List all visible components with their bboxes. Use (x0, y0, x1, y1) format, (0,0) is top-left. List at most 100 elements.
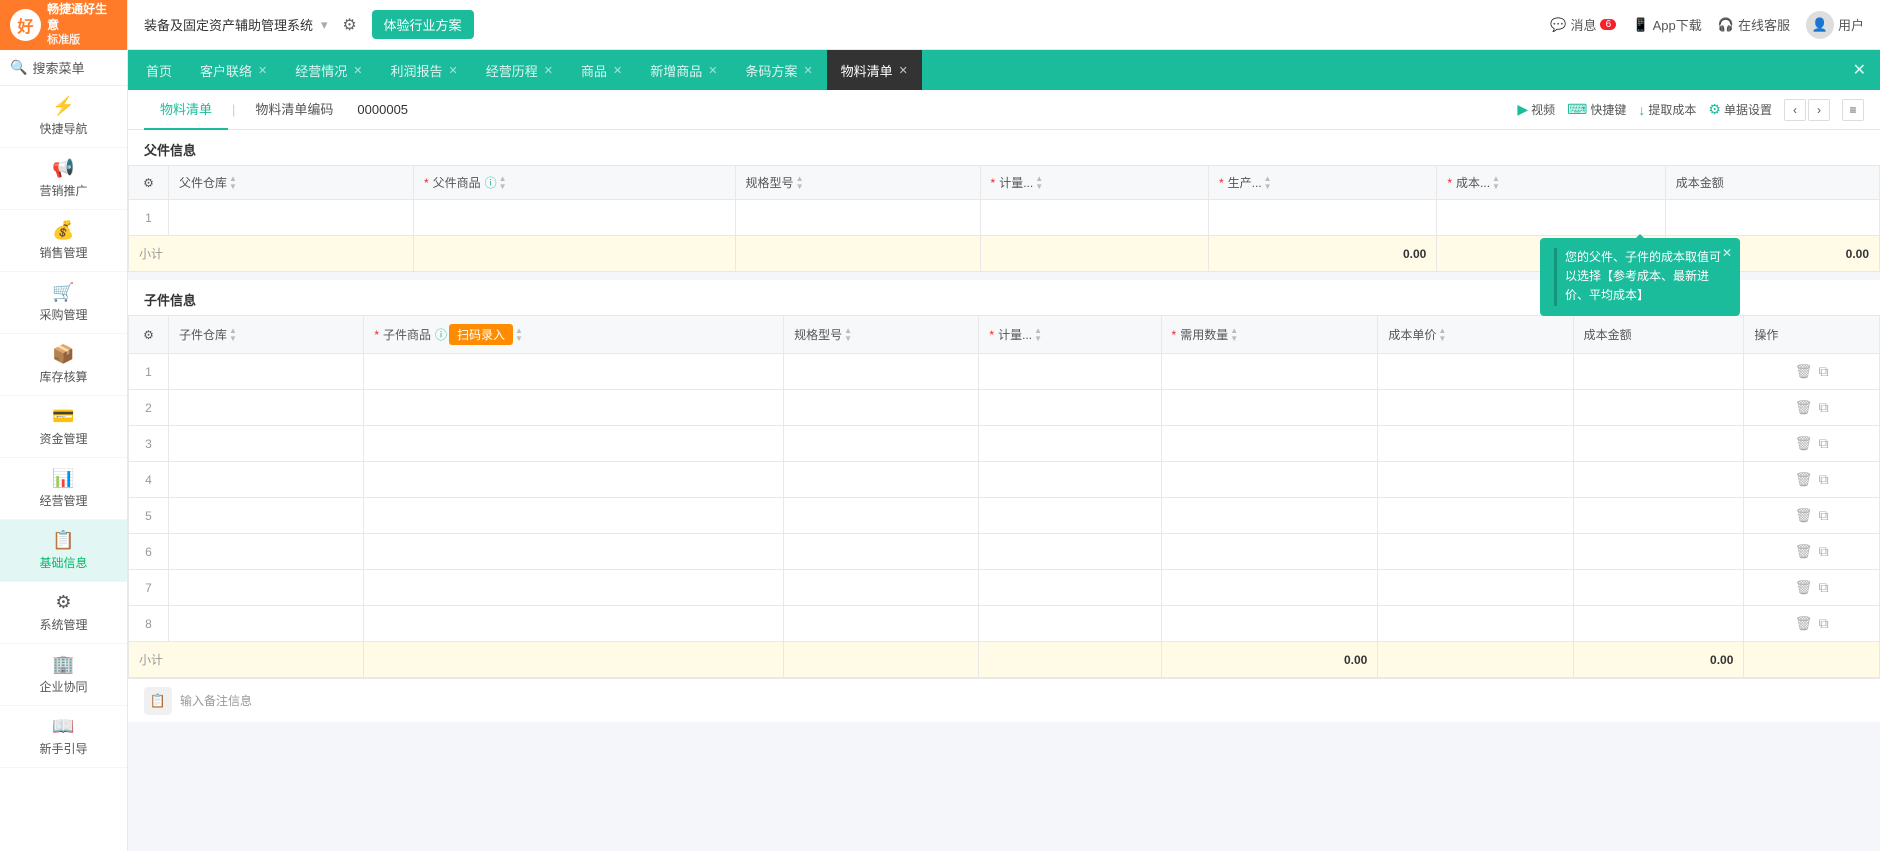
child-row: 8 🗑⧉ (129, 606, 1880, 642)
child-quantity-cell[interactable] (1161, 354, 1378, 390)
single-settings-action[interactable]: ⚙ 单据设置 (1708, 101, 1772, 118)
child-action-cell: 🗑 ⧉ (1744, 354, 1880, 390)
parent-th-cost-amount: 成本金额 (1665, 166, 1879, 200)
parent-th-unit: *计量...▲▼ (980, 166, 1208, 200)
copy-row-button[interactable]: ⧉ (1819, 435, 1829, 452)
tab-close-icon[interactable]: ✕ (544, 64, 553, 77)
sidebar-item-finance[interactable]: 💳 资金管理 (0, 396, 127, 458)
child-th-action: 操作 (1744, 316, 1880, 354)
child-unit-cost-cell[interactable] (1378, 354, 1573, 390)
tab-close-icon[interactable]: ✕ (449, 64, 458, 77)
message-icon: 💬 (1550, 17, 1566, 33)
tab-operations-status[interactable]: 经营情况 ✕ (281, 50, 376, 90)
child-goods-cell[interactable] (364, 354, 784, 390)
sub-tab-actions: ▶ 视频 ⌨ 快捷键 ↓ 提取成本 ⚙ 单据设置 ‹ › (1517, 99, 1864, 121)
copy-row-button[interactable]: ⧉ (1819, 615, 1829, 632)
parent-warehouse-cell[interactable] (169, 200, 414, 236)
child-unit-cell[interactable] (979, 354, 1161, 390)
tooltip-content: 您的父件、子件的成本取值可以选择【参考成本、最新进价、平均成本】 (1554, 248, 1726, 306)
app-subtitle: 标准版 (47, 33, 117, 47)
sidebar-item-quick-nav[interactable]: ⚡ 快捷导航 (0, 86, 127, 148)
sidebar-item-sales[interactable]: 💰 销售管理 (0, 210, 127, 272)
delete-row-button[interactable]: 🗑 (1795, 543, 1813, 560)
tab-barcode[interactable]: 条码方案 ✕ (731, 50, 826, 90)
message-button[interactable]: 💬 消息 6 (1550, 15, 1616, 34)
child-spec-cell[interactable] (784, 354, 979, 390)
tab-profit[interactable]: 利润报告 ✕ (376, 50, 471, 90)
delete-row-button[interactable]: 🗑 (1795, 435, 1813, 452)
sub-tab-bom-list[interactable]: 物料清单 (144, 90, 228, 130)
sales-icon: 💰 (52, 220, 74, 241)
delete-row-button[interactable]: 🗑 (1795, 471, 1813, 488)
sidebar-item-label: 新手引导 (39, 740, 87, 757)
extract-cost-action[interactable]: ↓ 提取成本 (1638, 101, 1696, 118)
tab-new-goods[interactable]: 新增商品 ✕ (636, 50, 731, 90)
child-row: 2 🗑⧉ (129, 390, 1880, 426)
copy-row-button[interactable]: ⧉ (1819, 579, 1829, 596)
copy-row-button[interactable]: ⧉ (1819, 507, 1829, 524)
delete-row-button[interactable]: 🗑 (1795, 615, 1813, 632)
prev-record-button[interactable]: ‹ (1784, 99, 1806, 121)
shortcut-action[interactable]: ⌨ 快捷键 (1567, 101, 1626, 118)
next-record-button[interactable]: › (1808, 99, 1830, 121)
sidebar-item-system[interactable]: ⚙ 系统管理 (0, 582, 127, 644)
app-download-button[interactable]: 📱 App下载 (1632, 15, 1701, 34)
sidebar-item-operations[interactable]: 📊 经营管理 (0, 458, 127, 520)
parent-section-title: 父件信息 (128, 130, 1880, 165)
tab-home[interactable]: 首页 (132, 50, 186, 90)
bottom-note-icon[interactable]: 📋 (144, 687, 172, 715)
online-service-button[interactable]: 🎧 在线客服 (1718, 15, 1790, 34)
tab-bom[interactable]: 物料清单 ✕ (827, 50, 922, 90)
user-menu-button[interactable]: 👤 用户 (1806, 11, 1864, 39)
parent-unit-cell[interactable] (980, 200, 1208, 236)
sidebar-item-purchase[interactable]: 🛒 采购管理 (0, 272, 127, 334)
child-th-cost-amount: 成本金额 (1573, 316, 1744, 354)
sidebar-item-guide[interactable]: 📖 新手引导 (0, 706, 127, 768)
close-all-tabs-button[interactable]: ✕ (1843, 60, 1876, 80)
sidebar-logo: 好 畅捷通好生意 标准版 (0, 0, 127, 50)
video-action[interactable]: ▶ 视频 (1517, 101, 1555, 118)
tab-close-icon[interactable]: ✕ (613, 64, 622, 77)
parent-goods-cell[interactable] (413, 200, 735, 236)
main-area: 装备及固定资产辅助管理系统 ▾ ⚙ 体验行业方案 💬 消息 6 📱 App下载 … (128, 0, 1880, 851)
copy-row-button[interactable]: ⧉ (1819, 471, 1829, 488)
menu-toggle-button[interactable]: ≡ (1842, 99, 1864, 121)
parent-amount-cell[interactable] (1665, 200, 1879, 236)
sidebar-item-basics[interactable]: 📋 基础信息 (0, 520, 127, 582)
child-amount-cell[interactable] (1573, 354, 1744, 390)
nav-tabs: 首页 客户联络 ✕ 经营情况 ✕ 利润报告 ✕ 经营历程 ✕ 商品 ✕ 新增商品… (128, 50, 1880, 90)
copy-row-button[interactable]: ⧉ (1819, 363, 1829, 380)
tab-history[interactable]: 经营历程 ✕ (472, 50, 567, 90)
copy-row-button[interactable]: ⧉ (1819, 399, 1829, 416)
tab-close-icon[interactable]: ✕ (803, 64, 812, 77)
delete-row-button[interactable]: 🗑 (1795, 579, 1813, 596)
child-th-settings[interactable]: ⚙ (129, 316, 169, 354)
trial-button[interactable]: 体验行业方案 (372, 10, 474, 39)
tab-close-icon[interactable]: ✕ (258, 64, 267, 77)
sidebar-item-inventory[interactable]: 📦 库存核算 (0, 334, 127, 396)
parent-spec-cell[interactable] (735, 200, 980, 236)
sidebar-search[interactable]: 🔍 搜索菜单 (0, 50, 127, 86)
tab-close-icon[interactable]: ✕ (353, 64, 362, 77)
tab-close-icon[interactable]: ✕ (708, 64, 717, 77)
delete-row-button[interactable]: 🗑 (1795, 507, 1813, 524)
delete-row-button[interactable]: 🗑 (1795, 399, 1813, 416)
tooltip-close-button[interactable]: ✕ (1722, 244, 1732, 263)
child-warehouse-cell[interactable] (169, 354, 364, 390)
headset-icon: 🎧 (1718, 17, 1734, 33)
parent-production-cell[interactable] (1208, 200, 1436, 236)
child-row: 7 🗑⧉ (129, 570, 1880, 606)
copy-row-button[interactable]: ⧉ (1819, 543, 1829, 560)
tab-close-icon[interactable]: ✕ (899, 64, 908, 77)
keyboard-icon: ⌨ (1567, 101, 1587, 118)
tab-customers[interactable]: 客户联络 ✕ (186, 50, 281, 90)
delete-row-button[interactable]: 🗑 (1795, 363, 1813, 380)
sidebar-item-enterprise[interactable]: 🏢 企业协同 (0, 644, 127, 706)
settings-button[interactable]: ⚙ (336, 11, 364, 39)
tab-goods[interactable]: 商品 ✕ (567, 50, 636, 90)
scan-input-button[interactable]: 扫码录入 (449, 324, 513, 345)
parent-th-settings[interactable]: ⚙ (129, 166, 169, 200)
sidebar-item-marketing[interactable]: 📢 营销推广 (0, 148, 127, 210)
parent-cost-cell[interactable] (1437, 200, 1665, 236)
system-title: 装备及固定资产辅助管理系统 (144, 15, 313, 34)
